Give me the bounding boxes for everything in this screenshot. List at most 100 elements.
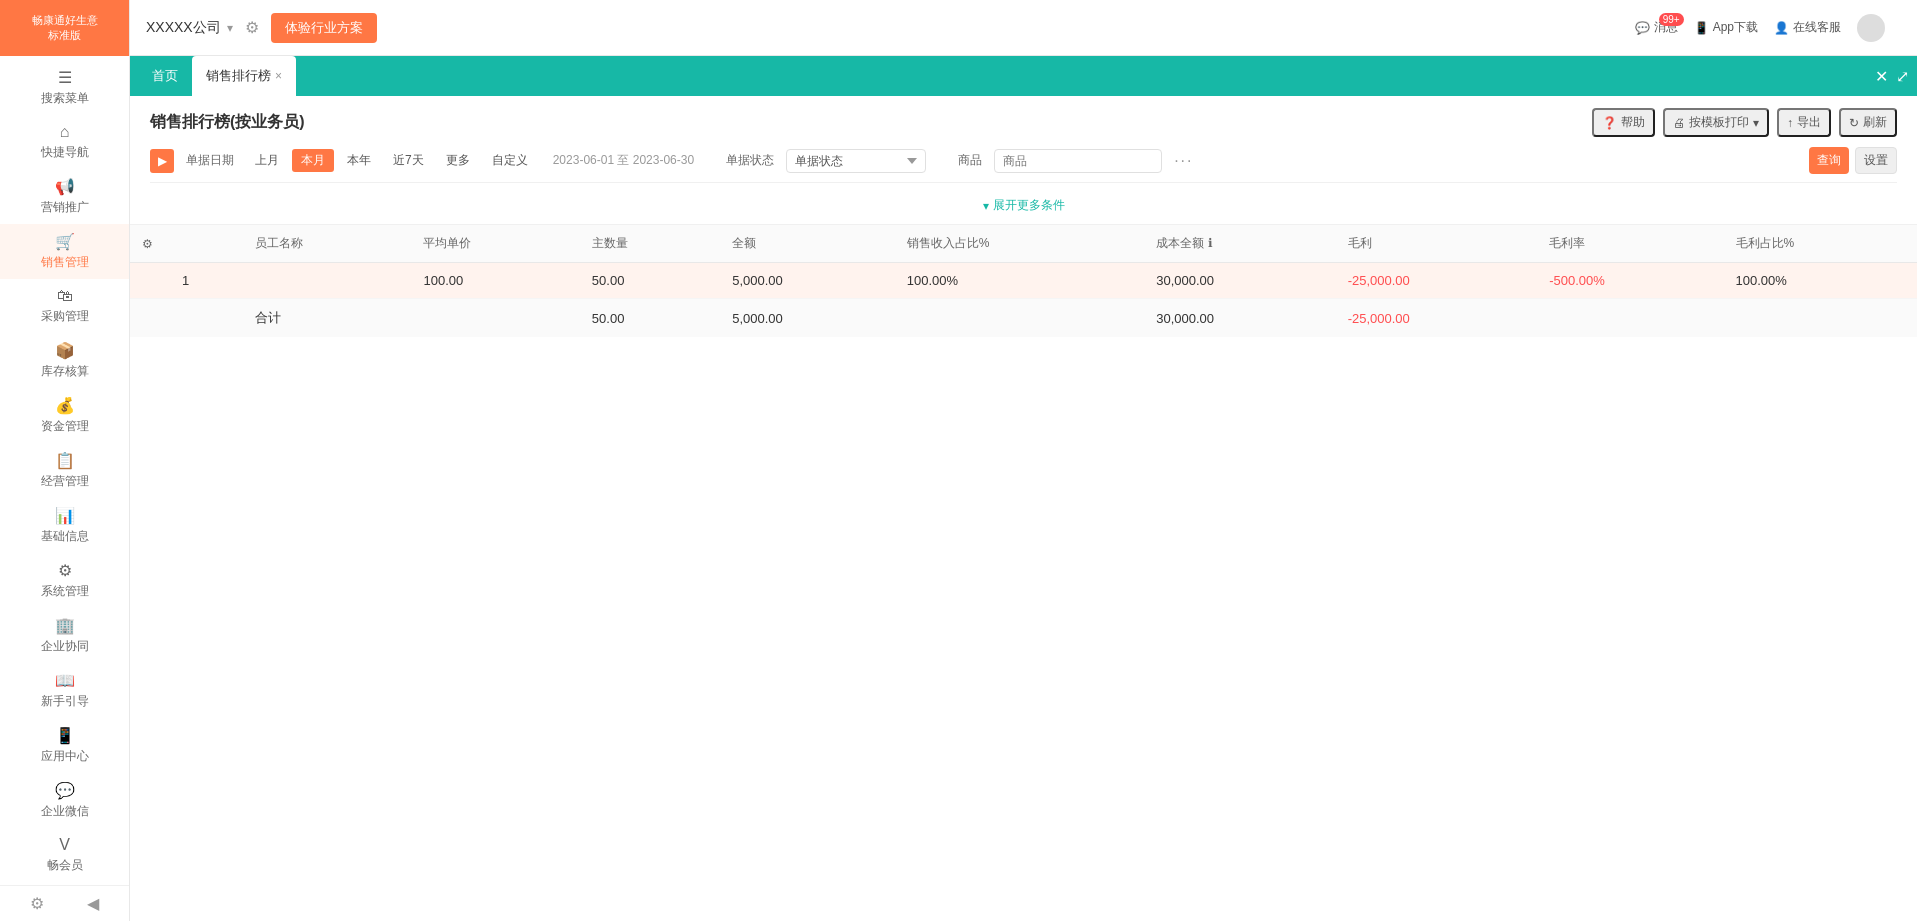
tab-close-icon[interactable]: × [275, 69, 282, 83]
query-action-group: 查询 设置 [1809, 147, 1897, 174]
total-empty3 [895, 299, 1145, 338]
row-name [243, 263, 411, 299]
total-amount: 5,000.00 [720, 299, 895, 338]
message-badge: 99+ [1659, 13, 1684, 26]
sidebar-menu: ☰搜索菜单⌂快捷导航📢营销推广 🛒 销售管理 🛍采购管理📦库存核算💰资金管理📋经营管理… [0, 56, 129, 885]
sidebar-icon-sales: 🛒 [55, 232, 75, 251]
date-btn-last-month[interactable]: 上月 [246, 149, 288, 172]
total-settings-col [130, 299, 170, 338]
sidebar-item-system[interactable]: ⚙系统管理 [0, 553, 129, 608]
app-download-group[interactable]: 📱 App下载 [1694, 19, 1758, 36]
sidebar-icon-search-order: ☰ [58, 68, 72, 87]
help-button[interactable]: ❓ 帮助 [1592, 108, 1655, 137]
online-service-group[interactable]: 👤 在线客服 [1774, 19, 1841, 36]
settings-icon[interactable]: ⚙ [245, 18, 259, 37]
refresh-button[interactable]: ↻ 刷新 [1839, 108, 1897, 137]
tab-home[interactable]: 首页 [138, 56, 192, 96]
col-settings[interactable]: ⚙ [130, 225, 170, 263]
content-area: 销售排行榜(按业务员) ❓ 帮助 🖨 按模板打印 ▾ ↑ 导出 ↻ 刷新 [130, 96, 1917, 921]
sidebar-item-enterprise[interactable]: 🏢企业协同 [0, 608, 129, 663]
col-rank [170, 225, 243, 263]
sidebar-icon-app-center: 📱 [55, 726, 75, 745]
trial-button[interactable]: 体验行业方案 [271, 13, 377, 43]
date-btn-7days[interactable]: 近7天 [384, 149, 433, 172]
more-goods-icon[interactable]: ··· [1174, 152, 1193, 170]
row-sales-pct: 100.00% [895, 263, 1145, 299]
settings-footer-icon[interactable]: ⚙ [30, 894, 44, 913]
sidebar-label-basic-info: 基础信息 [41, 528, 89, 545]
tab-maximize-icon[interactable]: ⤢ [1896, 67, 1909, 86]
topbar: XXXXX公司 ▾ ⚙ 体验行业方案 💬 消息 99+ 📱 App下载 👤 在线… [130, 0, 1917, 56]
status-select[interactable]: 单据状态 [786, 149, 926, 173]
sidebar-label-inventory: 库存核算 [41, 363, 89, 380]
col-avg-price: 平均单价 [411, 225, 579, 263]
date-btn-more[interactable]: 更多 [437, 149, 479, 172]
goods-input[interactable] [994, 149, 1162, 173]
col-gross-pct: 毛利占比% [1724, 225, 1917, 263]
sidebar-item-newbie[interactable]: 📖新手引导 [0, 663, 129, 718]
sidebar-label-operation: 经营管理 [41, 473, 89, 490]
sidebar-item-basic-info[interactable]: 📊基础信息 [0, 498, 129, 553]
app-logo: 畅康通好生意 标准版 [0, 0, 129, 56]
help-icon: ❓ [1602, 116, 1617, 130]
query-button[interactable]: 查询 [1809, 147, 1849, 174]
sidebar-label-app-center: 应用中心 [41, 748, 89, 765]
sidebar-item-quick-nav[interactable]: ⌂快捷导航 [0, 115, 129, 169]
download-icon: 📱 [1694, 21, 1709, 35]
expand-more-btn[interactable]: ▾ 展开更多条件 [983, 189, 1065, 214]
row-rank: 1 [170, 263, 243, 299]
export-button[interactable]: ↑ 导出 [1777, 108, 1831, 137]
sidebar-icon-wechat: 💬 [55, 781, 75, 800]
print-button[interactable]: 🖨 按模板打印 ▾ [1663, 108, 1769, 137]
print-icon: 🖨 [1673, 116, 1685, 130]
date-btn-this-month[interactable]: 本月 [292, 149, 334, 172]
table-row: 1 100.00 50.00 5,000.00 100.00% 30,000.0… [130, 263, 1917, 299]
sidebar-item-search-order[interactable]: ☰搜索菜单 [0, 60, 129, 115]
more-conditions-divider: ▾ 展开更多条件 [150, 182, 1897, 214]
settings-button[interactable]: 设置 [1855, 147, 1897, 174]
sidebar-item-member[interactable]: V畅会员 [0, 828, 129, 882]
refresh-icon: ↻ [1849, 116, 1859, 130]
page-actions: ❓ 帮助 🖨 按模板打印 ▾ ↑ 导出 ↻ 刷新 [1592, 108, 1897, 137]
sidebar-item-finance[interactable]: 💰资金管理 [0, 388, 129, 443]
sidebar-item-operation[interactable]: 📋经营管理 [0, 443, 129, 498]
page-title: 销售排行榜(按业务员) [150, 112, 305, 133]
sidebar-label-system: 系统管理 [41, 583, 89, 600]
tab-close-window-icon[interactable]: ✕ [1875, 67, 1888, 86]
status-label: 单据状态 [726, 152, 774, 169]
date-btn-custom[interactable]: 自定义 [483, 149, 537, 172]
company-selector[interactable]: XXXXX公司 ▾ [146, 19, 233, 37]
date-buttons: 上月 本月 本年 近7天 更多 自定义 [246, 149, 537, 172]
sidebar-label-member: 畅会员 [47, 857, 83, 874]
collapse-icon[interactable]: ◀ [87, 894, 99, 913]
filter-collapse-btn[interactable]: ▶ [150, 149, 174, 173]
tab-nav: 首页 销售排行榜 × ✕ ⤢ [130, 56, 1917, 96]
filter-row: ▶ 单据日期 上月 本月 本年 近7天 更多 自定义 2023-06-01 至 … [150, 147, 1897, 174]
tab-sales-ranking[interactable]: 销售排行榜 × [192, 56, 296, 96]
row-avg-price: 100.00 [411, 263, 579, 299]
total-empty2 [411, 299, 579, 338]
sidebar-icon-marketing: 📢 [55, 177, 75, 196]
sidebar-label-sales: 销售管理 [41, 254, 89, 271]
col-cost: 成本全额 ℹ [1144, 225, 1335, 263]
col-name: 员工名称 [243, 225, 411, 263]
total-label: 合计 [243, 299, 411, 338]
total-empty5 [1724, 299, 1917, 338]
message-group[interactable]: 💬 消息 99+ [1635, 19, 1678, 36]
sidebar-item-inventory[interactable]: 📦库存核算 [0, 333, 129, 388]
total-empty4 [1537, 299, 1723, 338]
avatar[interactable] [1857, 14, 1885, 42]
sidebar-icon-enterprise: 🏢 [55, 616, 75, 635]
sidebar-item-purchase[interactable]: 🛍采购管理 [0, 279, 129, 333]
sidebar-item-wechat[interactable]: 💬企业微信 [0, 773, 129, 828]
row-cost: 30,000.00 [1144, 263, 1335, 299]
sidebar-item-app-center[interactable]: 📱 应用中心 [0, 718, 129, 773]
date-range: 2023-06-01 至 2023-06-30 [553, 152, 694, 169]
sidebar-icon-newbie: 📖 [55, 671, 75, 690]
sidebar-item-sales[interactable]: 🛒 销售管理 [0, 224, 129, 279]
sidebar-item-marketing[interactable]: 📢营销推广 [0, 169, 129, 224]
table-body: 1 100.00 50.00 5,000.00 100.00% 30,000.0… [130, 263, 1917, 299]
date-btn-this-year[interactable]: 本年 [338, 149, 380, 172]
col-sales-pct: 销售收入占比% [895, 225, 1145, 263]
topbar-right: 💬 消息 99+ 📱 App下载 👤 在线客服 [1635, 14, 1901, 42]
